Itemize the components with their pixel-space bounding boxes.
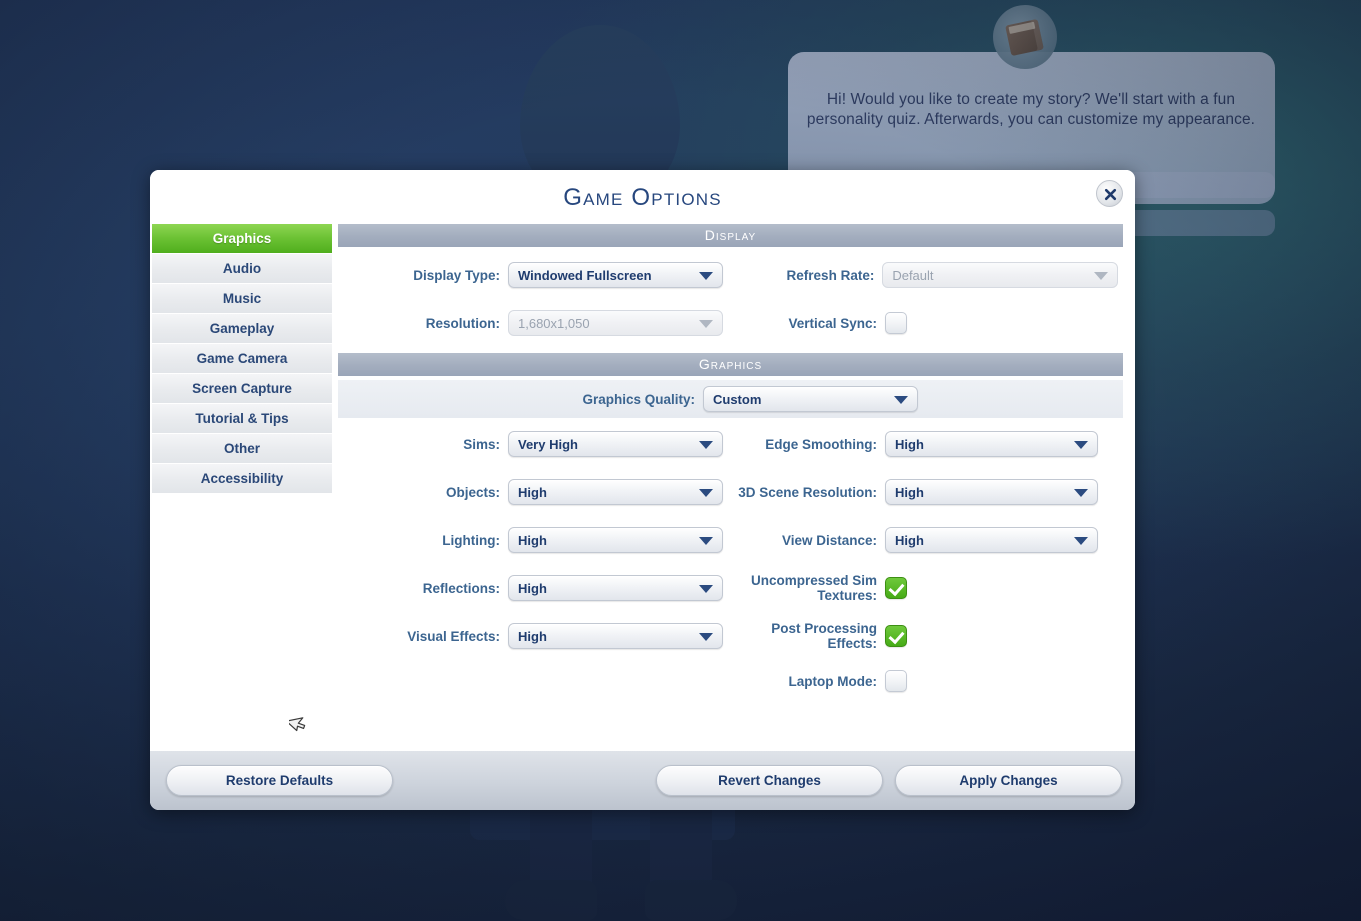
visual-effects-dropdown[interactable]: High [508, 623, 723, 649]
edge-smoothing-dropdown[interactable]: High [885, 431, 1098, 457]
dialog-titlebar: Game Options [150, 170, 1135, 224]
section-graphics: Graphics Quality: Custom Sims: Very High [338, 376, 1123, 708]
row-visual-effects-post-processing: Visual Effects: High Post Processing Eff… [338, 612, 1123, 660]
dialog-body: Graphics Audio Music Gameplay Game Camer… [150, 224, 1135, 750]
label-view-distance: View Distance: [781, 532, 877, 548]
sims-value: Very High [518, 436, 578, 452]
visual-effects-value: High [518, 628, 547, 644]
sidebar-item-gameplay[interactable]: Gameplay [152, 314, 332, 344]
section-header-graphics: Graphics [338, 353, 1123, 376]
label-post-processing-effects: Post Processing Effects: [771, 621, 877, 651]
chevron-down-icon [1094, 272, 1108, 280]
label-resolution: Resolution: [425, 315, 500, 331]
reflections-dropdown[interactable]: High [508, 575, 723, 601]
graphics-quality-dropdown[interactable]: Custom [703, 386, 918, 412]
section-display: Display Type: Windowed Fullscreen Refres… [338, 247, 1123, 353]
row-graphics-quality: Graphics Quality: Custom [338, 380, 1123, 418]
label-display-type: Display Type: [413, 267, 500, 283]
graphics-quality-value: Custom [713, 391, 762, 407]
sidebar-item-screen-capture[interactable]: Screen Capture [152, 374, 332, 404]
label-3d-scene-resolution: 3D Scene Resolution: [738, 484, 877, 500]
resolution-dropdown[interactable]: 1,680x1,050 [508, 310, 723, 336]
chevron-down-icon [699, 537, 713, 545]
dialog-footer: Restore Defaults Revert Changes Apply Ch… [150, 750, 1135, 810]
label-vertical-sync: Vertical Sync: [788, 315, 877, 331]
row-sims-edge-smoothing: Sims: Very High Edge Smoothing: High [338, 420, 1123, 468]
row-lighting-view-distance: Lighting: High View Distance: High [338, 516, 1123, 564]
objects-dropdown[interactable]: High [508, 479, 723, 505]
refresh-rate-dropdown[interactable]: Default [882, 262, 1118, 288]
row-display-type: Display Type: Windowed Fullscreen Refres… [338, 251, 1123, 299]
sidebar-item-music[interactable]: Music [152, 284, 332, 314]
sims-dropdown[interactable]: Very High [508, 431, 723, 457]
display-type-value: Windowed Fullscreen [518, 267, 652, 283]
mouse-cursor [285, 712, 311, 741]
chevron-down-icon [699, 320, 713, 328]
resolution-value: 1,680x1,050 [518, 315, 590, 331]
chevron-down-icon [699, 441, 713, 449]
options-panel: Display Display Type: Windowed Fullscree… [332, 224, 1135, 750]
refresh-rate-value: Default [892, 267, 934, 283]
lighting-dropdown[interactable]: High [508, 527, 723, 553]
row-laptop-mode: Laptop Mode: [338, 660, 1123, 702]
objects-value: High [518, 484, 547, 500]
chevron-down-icon [1074, 441, 1088, 449]
3d-scene-resolution-value: High [895, 484, 924, 500]
row-reflections-uncompressed-textures: Reflections: High Uncompressed Sim Textu… [338, 564, 1123, 612]
label-graphics-quality: Graphics Quality: [582, 391, 695, 407]
options-sidebar: Graphics Audio Music Gameplay Game Camer… [150, 224, 332, 750]
label-sims: Sims: [463, 436, 500, 452]
sidebar-item-other[interactable]: Other [152, 434, 332, 464]
label-laptop-mode: Laptop Mode: [788, 673, 877, 689]
apply-changes-button[interactable]: Apply Changes [895, 765, 1122, 796]
chevron-down-icon [1074, 537, 1088, 545]
lighting-value: High [518, 532, 547, 548]
chevron-down-icon [1074, 489, 1088, 497]
vertical-sync-checkbox[interactable] [885, 312, 907, 334]
display-type-dropdown[interactable]: Windowed Fullscreen [508, 262, 723, 288]
chevron-down-icon [699, 633, 713, 641]
chevron-down-icon [699, 489, 713, 497]
sidebar-item-audio[interactable]: Audio [152, 254, 332, 284]
edge-smoothing-value: High [895, 436, 924, 452]
view-distance-dropdown[interactable]: High [885, 527, 1098, 553]
3d-scene-resolution-dropdown[interactable]: High [885, 479, 1098, 505]
restore-defaults-button[interactable]: Restore Defaults [166, 765, 393, 796]
label-refresh-rate: Refresh Rate: [786, 267, 875, 283]
chevron-down-icon [699, 272, 713, 280]
close-icon[interactable] [1096, 180, 1123, 207]
row-objects-scene-resolution: Objects: High 3D Scene Resolution: High [338, 468, 1123, 516]
uncompressed-sim-textures-checkbox[interactable] [885, 577, 907, 599]
post-processing-effects-checkbox[interactable] [885, 625, 907, 647]
row-resolution: Resolution: 1,680x1,050 Vertical Sync: [338, 299, 1123, 347]
label-visual-effects: Visual Effects: [407, 628, 500, 644]
revert-changes-button[interactable]: Revert Changes [656, 765, 883, 796]
label-reflections: Reflections: [422, 580, 500, 596]
chevron-down-icon [699, 585, 713, 593]
view-distance-value: High [895, 532, 924, 548]
page-title: Game Options [563, 184, 722, 211]
sidebar-item-accessibility[interactable]: Accessibility [152, 464, 332, 494]
sidebar-item-graphics[interactable]: Graphics [152, 224, 332, 254]
laptop-mode-checkbox[interactable] [885, 670, 907, 692]
reflections-value: High [518, 580, 547, 596]
sidebar-item-tutorial-tips[interactable]: Tutorial & Tips [152, 404, 332, 434]
label-objects: Objects: [445, 484, 500, 500]
label-lighting: Lighting: [442, 532, 500, 548]
label-edge-smoothing: Edge Smoothing: [765, 436, 877, 452]
label-uncompressed-sim-textures: Uncompressed Sim Textures: [750, 573, 877, 603]
sidebar-item-game-camera[interactable]: Game Camera [152, 344, 332, 374]
section-header-display: Display [338, 224, 1123, 247]
chevron-down-icon [894, 396, 908, 404]
